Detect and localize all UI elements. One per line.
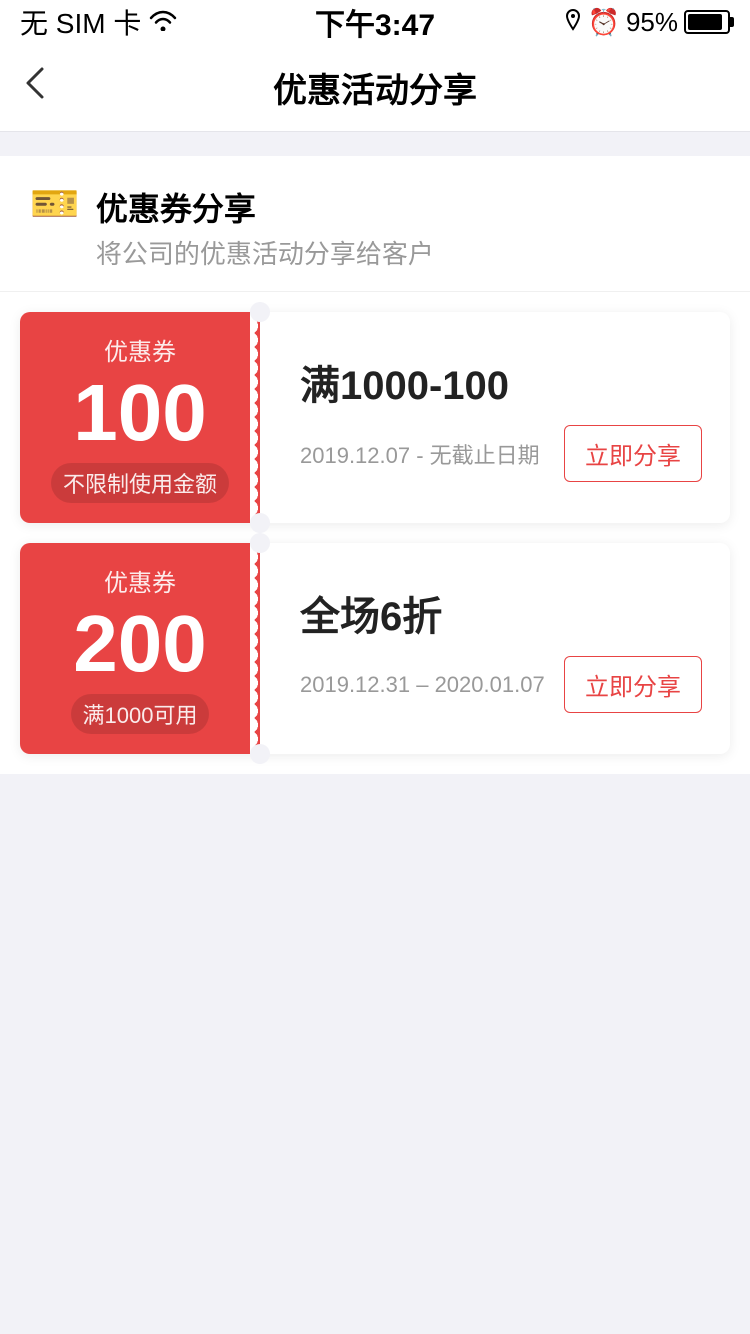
section-icon: 🎫 xyxy=(30,184,80,224)
back-button[interactable] xyxy=(24,65,46,110)
wifi-icon xyxy=(149,6,177,38)
coupon-right-1: 满1000-100 2019.12.07 - 无截止日期 立即分享 xyxy=(260,312,730,523)
coupon-card-2: 优惠券 200 满1000可用 全场6折 2019.12.31 – 2020.0… xyxy=(20,543,730,754)
share-button-1[interactable]: 立即分享 xyxy=(564,425,702,482)
page-title: 优惠活动分享 xyxy=(273,63,477,112)
status-bar: 无 SIM 卡 下午3:47 ⏰ 95% xyxy=(0,0,750,44)
coupon-label-2: 优惠券 xyxy=(104,563,176,598)
coupon-date-2: 2019.12.31 – 2020.01.07 xyxy=(300,672,554,698)
coupon-card-1: 优惠券 100 不限制使用金额 满1000-100 2019.12.07 - 无… xyxy=(20,312,730,523)
coupon-name-1: 满1000-100 xyxy=(300,353,702,411)
nav-bar: 优惠活动分享 xyxy=(0,44,750,132)
section-title: 优惠券分享 xyxy=(96,184,434,230)
coupon-list: 优惠券 100 不限制使用金额 满1000-100 2019.12.07 - 无… xyxy=(0,292,750,774)
coupon-left-1: 优惠券 100 不限制使用金额 xyxy=(20,312,260,523)
status-left: 无 SIM 卡 xyxy=(20,2,177,42)
coupon-left-2: 优惠券 200 满1000可用 xyxy=(20,543,260,754)
coupon-label-1: 优惠券 xyxy=(104,332,176,367)
page-fill xyxy=(0,774,750,1174)
section-text-block: 优惠券分享 将公司的优惠活动分享给客户 xyxy=(96,184,434,271)
coupon-name-2: 全场6折 xyxy=(300,584,702,642)
coupon-condition-2: 满1000可用 xyxy=(71,694,210,734)
coupon-condition-1: 不限制使用金额 xyxy=(51,463,229,503)
share-button-2[interactable]: 立即分享 xyxy=(564,656,702,713)
status-right: ⏰ 95% xyxy=(564,7,730,38)
section-gap xyxy=(0,132,750,156)
coupon-meta-1: 2019.12.07 - 无截止日期 立即分享 xyxy=(300,425,702,482)
location-icon xyxy=(564,7,582,38)
section-header: 🎫 优惠券分享 将公司的优惠活动分享给客户 xyxy=(0,156,750,292)
coupon-amount-1: 100 xyxy=(73,373,206,453)
alarm-icon: ⏰ xyxy=(588,7,620,38)
coupon-amount-2: 200 xyxy=(73,604,206,684)
coupon-date-1: 2019.12.07 - 无截止日期 xyxy=(300,438,554,470)
carrier-text: 无 SIM 卡 xyxy=(20,2,141,42)
battery-text: 95% xyxy=(626,7,678,38)
coupon-right-2: 全场6折 2019.12.31 – 2020.01.07 立即分享 xyxy=(260,543,730,754)
section-subtitle: 将公司的优惠活动分享给客户 xyxy=(96,234,434,271)
coupon-meta-2: 2019.12.31 – 2020.01.07 立即分享 xyxy=(300,656,702,713)
battery-icon xyxy=(684,10,730,34)
status-time: 下午3:47 xyxy=(315,0,435,44)
